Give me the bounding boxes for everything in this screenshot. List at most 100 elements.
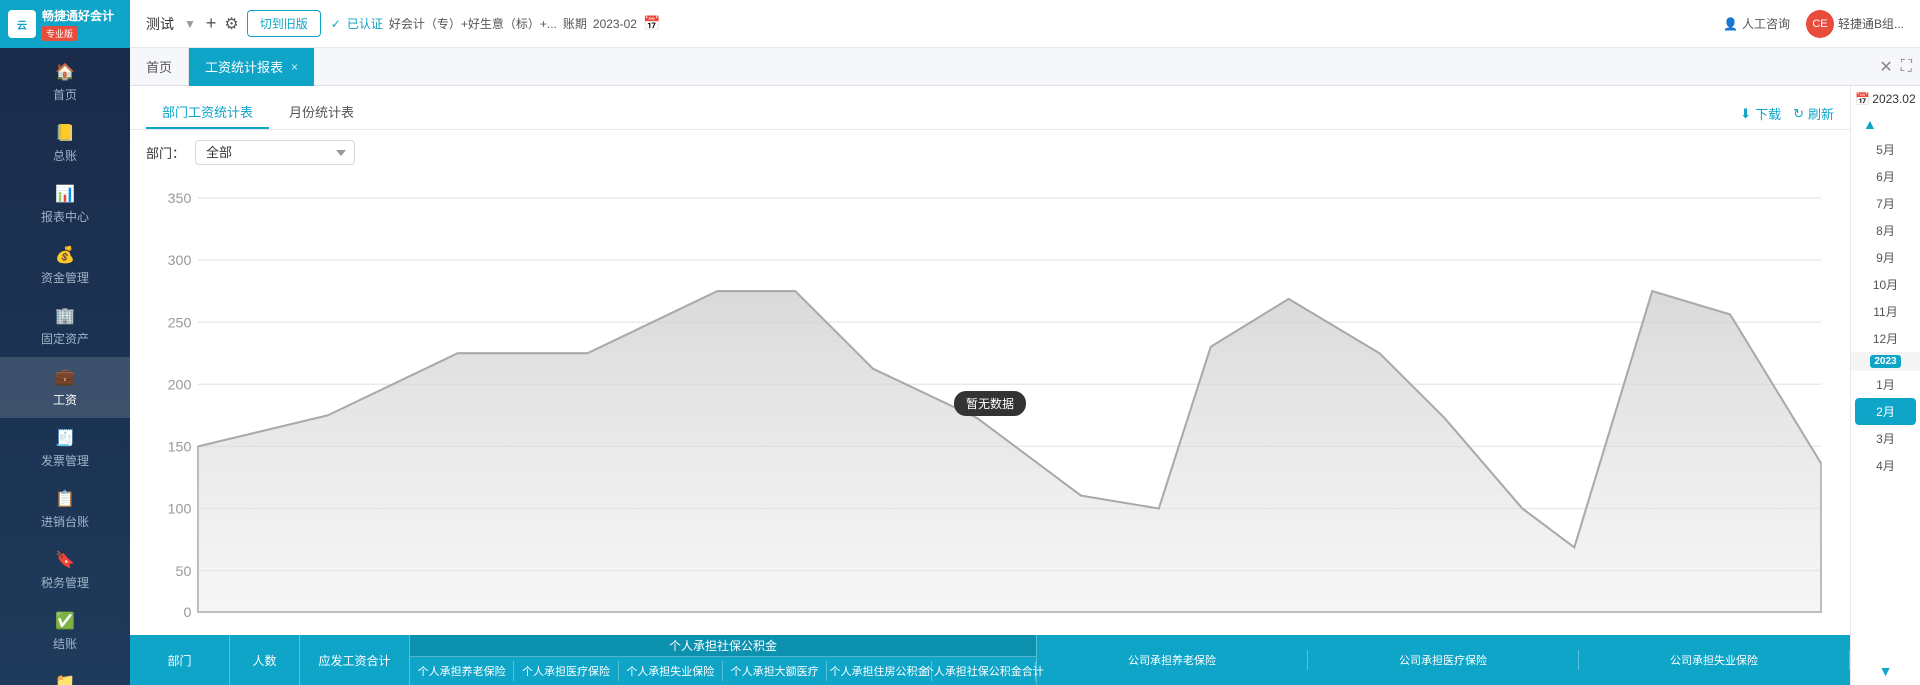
year-display[interactable]: 📅 2023.02 [1851,86,1920,112]
add-button[interactable]: + [206,13,217,34]
svg-text:150: 150 [168,440,192,456]
tab-home[interactable]: 首页 [130,48,189,86]
chart-area-polygon [198,291,1821,612]
settle-icon: ✅ [55,611,75,631]
sidebar-label-reports: 报表中心 [41,208,89,225]
sidebar-item-ledger[interactable]: 📒 总账 [0,113,130,174]
sidebar-item-salary[interactable]: 💼 工资 [0,357,130,418]
reports-icon: 📊 [55,184,75,204]
assets-icon: 🏢 [55,306,75,326]
col-personal-group-header: 个人承担社保公积金 [410,635,1036,657]
col-personal-sub: 个人承担养老保险 个人承担医疗保险 个人承担失业保险 个人承担大额医疗 个人承担… [410,657,1036,685]
download-btn[interactable]: ⬇ 下载 [1740,104,1781,123]
col-personal-major-medical: 个人承担大额医疗 [723,661,827,681]
sidebar-item-archive[interactable]: 📁 归档管理 [0,662,130,685]
month-9[interactable]: 9月 [1851,244,1920,271]
col-company-pension: 公司承担养老保险 [1037,650,1308,670]
sub-tab-monthly[interactable]: 月份统计表 [273,96,370,129]
svg-text:0: 0 [183,605,191,621]
month-list: 5月 6月 7月 8月 9月 10月 11月 12月 2023 1月 2月 3月… [1851,136,1920,657]
calendar-icon[interactable]: 📅 [643,15,660,32]
month-10[interactable]: 10月 [1851,271,1920,298]
home-icon: 🏠 [55,62,75,82]
month-3[interactable]: 3月 [1851,425,1920,452]
user-avatar: CE [1806,10,1834,38]
year-label: 2023.02 [1872,92,1915,106]
settings-icon[interactable]: ⚙ [224,14,238,34]
table-footer: 部门 人数 应发工资合计 个人承担社保公积金 个人承担养老保险 个人承担医疗保险… [130,635,1850,685]
col-personal-housing: 个人承担住房公积金 [827,661,931,681]
tags-label: 好会计（专）+好生意（标）+... [389,15,557,32]
col-company-medical: 公司承担医疗保险 [1308,650,1579,670]
dept-label: 部门： [146,143,185,162]
topbar-right: 👤 人工咨询 CE 轻捷通B组... [1723,10,1904,38]
col-personal-medical: 个人承担医疗保险 [514,661,618,681]
sidebar-item-settle[interactable]: ✅ 结账 [0,601,130,662]
nav-down-arrow[interactable]: ▼ [1877,661,1895,681]
main-content: 测试 ▼ + ⚙ 切到旧版 ✓ 已认证 好会计（专）+好生意（标）+... 账期… [130,0,1920,685]
toolbar-left: 部门： 全部 [146,140,355,165]
user-name: 轻捷通B组... [1838,15,1904,32]
sidebar-item-tax[interactable]: 🔖 税务管理 [0,540,130,601]
panel-right: 📅 2023.02 ▲ 5月 6月 7月 8月 9月 10月 11月 12月 2… [1850,86,1920,685]
tab-close-window-icon[interactable]: ✕ [1879,57,1892,77]
salary-icon: 💼 [55,367,75,387]
month-1[interactable]: 1月 [1851,371,1920,398]
sidebar-item-funds[interactable]: 💰 资金管理 [0,235,130,296]
nav-up-arrow[interactable]: ▲ [1861,114,1879,134]
dept-select[interactable]: 全部 [195,140,355,165]
ai-consult-btn[interactable]: 👤 人工咨询 [1723,15,1790,32]
month-7[interactable]: 7月 [1851,190,1920,217]
col-personal-pension: 个人承担养老保险 [410,661,514,681]
switch-old-btn[interactable]: 切到旧版 [247,10,321,37]
sidebar-item-home[interactable]: 🏠 首页 [0,52,130,113]
tab-close-icon[interactable]: × [291,60,298,74]
sidebar-label-invoice: 发票管理 [41,452,89,469]
month-8[interactable]: 8月 [1851,217,1920,244]
col-personal-unemployment: 个人承担失业保险 [619,661,723,681]
sidebar-item-sales[interactable]: 📋 进销台账 [0,479,130,540]
sidebar-label-salary: 工资 [53,391,77,408]
month-2-active[interactable]: 2月 [1855,398,1916,425]
col-personal-total: 个人承担社保公积金合计 [932,661,1036,681]
toolbar: 部门： 全部 [130,130,1850,175]
sidebar-item-reports[interactable]: 📊 报表中心 [0,174,130,235]
logo-icon: 云 [8,10,36,38]
archive-icon: 📁 [55,672,75,685]
month-6[interactable]: 6月 [1851,163,1920,190]
sub-tab-dept[interactable]: 部门工资统计表 [146,96,269,129]
year-badge: 2023 [1870,355,1900,368]
logo-text: 畅捷通好会计 专业版 [42,7,114,41]
sidebar-label-sales: 进销台账 [41,513,89,530]
month-11[interactable]: 11月 [1851,298,1920,325]
refresh-btn[interactable]: ↻ 刷新 [1793,104,1834,123]
month-12[interactable]: 12月 [1851,325,1920,352]
user-btn[interactable]: CE 轻捷通B组... [1806,10,1904,38]
topbar-actions: + ⚙ 切到旧版 [206,10,321,37]
panel-main: 部门工资统计表 月份统计表 ⬇ 下载 ↻ 刷新 部门： [130,86,1850,685]
month-4[interactable]: 4月 [1851,452,1920,479]
sidebar-item-invoice[interactable]: 🧾 发票管理 [0,418,130,479]
tab-salary-report[interactable]: 工资统计报表 × [189,48,314,86]
topbar: 测试 ▼ + ⚙ 切到旧版 ✓ 已认证 好会计（专）+好生意（标）+... 账期… [130,0,1920,48]
sidebar: 云 畅捷通好会计 专业版 🏠 首页 📒 总账 📊 报表中心 💰 资金管理 🏢 固… [0,0,130,685]
month-5[interactable]: 5月 [1851,136,1920,163]
sidebar-label-tax: 税务管理 [41,574,89,591]
logo-area: 云 畅捷通好会计 专业版 [0,0,130,48]
col-dept: 部门 [130,635,230,685]
sidebar-nav: 🏠 首页 📒 总账 📊 报表中心 💰 资金管理 🏢 固定资产 💼 工资 🧾 发票… [0,48,130,685]
company-dropdown-arrow[interactable]: ▼ [184,17,196,31]
nav-down-row: ▼ [1851,657,1920,685]
tab-expand-icon[interactable]: ⛶ [1901,58,1912,76]
svg-text:350: 350 [168,191,192,207]
topbar-status: ✓ 已认证 好会计（专）+好生意（标）+... 账期 2023-02 📅 [331,15,661,32]
svg-text:50: 50 [176,564,192,580]
invoice-icon: 🧾 [55,428,75,448]
col-company-unemployment: 公司承担失业保险 [1579,650,1850,670]
sidebar-label-ledger: 总账 [53,147,77,164]
refresh-icon: ↻ [1793,106,1804,122]
company-name: 测试 [146,14,174,34]
logo-badge: 专业版 [42,26,77,41]
sidebar-label-settle: 结账 [53,635,77,652]
sidebar-item-assets[interactable]: 🏢 固定资产 [0,296,130,357]
